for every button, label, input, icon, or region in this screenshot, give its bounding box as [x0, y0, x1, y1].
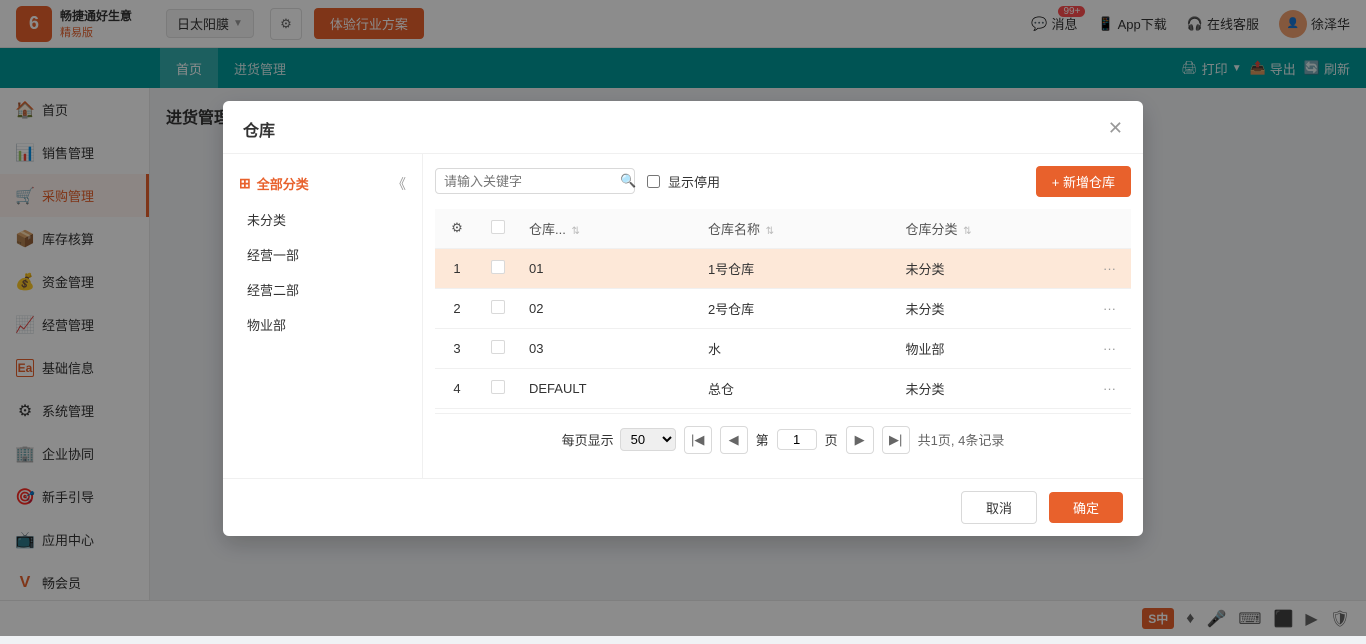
grid-icon: ⊞: [239, 175, 251, 192]
row-num-2: 2: [435, 288, 479, 328]
per-page-label: 每页显示: [562, 430, 614, 449]
table-row[interactable]: 4 DEFAULT 总仓 未分类 ···: [435, 368, 1131, 408]
modal-title: 仓库: [243, 117, 275, 141]
row-num-1: 1: [435, 248, 479, 288]
table-row[interactable]: 1 01 1号仓库 未分类 ···: [435, 248, 1131, 288]
row-more-4[interactable]: ···: [1091, 368, 1131, 408]
per-page-select[interactable]: 50 100 200: [620, 428, 676, 451]
row-checkbox-4[interactable]: [491, 380, 505, 394]
page-total-info: 共1页, 4条记录: [918, 430, 1005, 449]
select-all-checkbox[interactable]: [491, 220, 505, 234]
table-row[interactable]: 3 03 水 物业部 ···: [435, 328, 1131, 368]
row-code-3: 03: [517, 328, 696, 368]
row-name-2: 2号仓库: [696, 288, 894, 328]
th-check: [479, 209, 517, 249]
category-all[interactable]: ⊞ 全部分类: [239, 174, 309, 193]
th-warehouse-category: 仓库分类 ⇅: [893, 209, 1091, 249]
row-code-1: 01: [517, 248, 696, 288]
new-warehouse-button[interactable]: + 新增仓库: [1036, 166, 1131, 197]
confirm-button[interactable]: 确定: [1049, 492, 1123, 523]
gear-icon-th: ⚙: [451, 220, 463, 235]
row-num-3: 3: [435, 328, 479, 368]
warehouse-modal: 仓库 ✕ ⊞ 全部分类 《 未分类 经营一部: [223, 101, 1143, 536]
more-icon-1[interactable]: ···: [1103, 261, 1116, 276]
show-disabled-input[interactable]: [647, 175, 660, 188]
pagination: 每页显示 50 100 200 |◀ ◀ 第 页 ▶ ▶| 共1页, 4条记录: [435, 413, 1131, 466]
th-actions: [1091, 209, 1131, 249]
th-warehouse-name: 仓库名称 ⇅: [696, 209, 894, 249]
collapse-button[interactable]: 《: [392, 174, 406, 194]
row-code-4: DEFAULT: [517, 368, 696, 408]
show-disabled-label: 显示停用: [668, 172, 720, 191]
more-icon-4[interactable]: ···: [1103, 381, 1116, 396]
category-item-dept1[interactable]: 经营一部: [223, 237, 422, 272]
table-row[interactable]: 2 02 2号仓库 未分类 ···: [435, 288, 1131, 328]
close-icon[interactable]: ✕: [1108, 118, 1123, 139]
show-disabled-checkbox[interactable]: 显示停用: [647, 172, 720, 191]
category-item-property[interactable]: 物业部: [223, 307, 422, 342]
sort-icon-cat[interactable]: ⇅: [963, 226, 971, 237]
row-code-2: 02: [517, 288, 696, 328]
right-panel: 🔍 显示停用 + 新增仓库 ⚙: [423, 154, 1143, 478]
row-more-2[interactable]: ···: [1091, 288, 1131, 328]
sort-icon-name[interactable]: ⇅: [766, 226, 774, 237]
row-checkbox-1[interactable]: [491, 260, 505, 274]
cancel-button[interactable]: 取消: [961, 491, 1037, 524]
modal-header: 仓库 ✕: [223, 101, 1143, 154]
row-name-3: 水: [696, 328, 894, 368]
search-box: 🔍: [435, 168, 635, 194]
category-all-label: 全部分类: [257, 174, 309, 193]
modal-body: ⊞ 全部分类 《 未分类 经营一部 经营二部 物业部: [223, 154, 1143, 478]
row-check-2: [479, 288, 517, 328]
category-item-dept2[interactable]: 经营二部: [223, 272, 422, 307]
row-cat-3: 物业部: [893, 328, 1091, 368]
row-check-1: [479, 248, 517, 288]
page-input[interactable]: [777, 429, 817, 450]
table-header-row: ⚙ 仓库... ⇅ 仓库名称: [435, 209, 1131, 249]
row-checkbox-3[interactable]: [491, 340, 505, 354]
next-page-button[interactable]: ▶: [846, 426, 874, 454]
search-icon[interactable]: 🔍: [620, 173, 636, 189]
more-icon-3[interactable]: ···: [1103, 341, 1116, 356]
modal-footer: 取消 确定: [223, 478, 1143, 536]
category-header: ⊞ 全部分类 《: [223, 166, 422, 202]
row-check-4: [479, 368, 517, 408]
page-word: 第: [756, 430, 769, 449]
row-name-4: 总仓: [696, 368, 894, 408]
first-page-button[interactable]: |◀: [684, 426, 712, 454]
page-label: 页: [825, 430, 838, 449]
modal-overlay: 仓库 ✕ ⊞ 全部分类 《 未分类 经营一部: [0, 0, 1366, 636]
row-checkbox-2[interactable]: [491, 300, 505, 314]
warehouse-table: ⚙ 仓库... ⇅ 仓库名称: [435, 209, 1131, 409]
row-check-3: [479, 328, 517, 368]
more-icon-2[interactable]: ···: [1103, 301, 1116, 316]
row-cat-1: 未分类: [893, 248, 1091, 288]
category-panel: ⊞ 全部分类 《 未分类 经营一部 经营二部 物业部: [223, 154, 423, 478]
th-gear: ⚙: [435, 209, 479, 249]
per-page: 每页显示 50 100 200: [562, 428, 676, 451]
toolbar: 🔍 显示停用 + 新增仓库: [435, 166, 1131, 197]
row-more-1[interactable]: ···: [1091, 248, 1131, 288]
sort-icon-code[interactable]: ⇅: [571, 226, 579, 237]
row-cat-2: 未分类: [893, 288, 1091, 328]
row-name-1: 1号仓库: [696, 248, 894, 288]
search-input[interactable]: [444, 174, 620, 189]
row-more-3[interactable]: ···: [1091, 328, 1131, 368]
row-cat-4: 未分类: [893, 368, 1091, 408]
prev-page-button[interactable]: ◀: [720, 426, 748, 454]
last-page-button[interactable]: ▶|: [882, 426, 910, 454]
category-item-unclassified[interactable]: 未分类: [223, 202, 422, 237]
th-warehouse-code: 仓库... ⇅: [517, 209, 696, 249]
row-num-4: 4: [435, 368, 479, 408]
